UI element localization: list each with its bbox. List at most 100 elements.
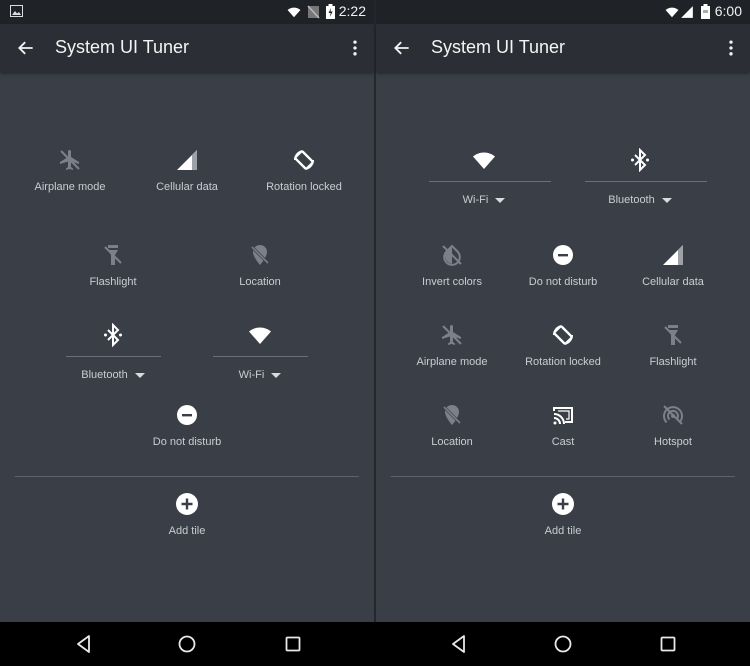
no-sim-icon: [307, 5, 320, 19]
flashlight-off-icon: [661, 323, 685, 347]
tile-label-wrap: Bluetooth: [58, 369, 168, 381]
tile-bluetooth[interactable]: Bluetooth: [58, 323, 168, 381]
nav-recents-icon[interactable]: [283, 634, 303, 654]
flashlight-off-icon: [101, 243, 125, 267]
hotspot-off-icon: [661, 403, 685, 427]
section-divider: [15, 476, 359, 477]
airplane-icon: [440, 323, 464, 347]
status-bar: 2:22: [0, 0, 374, 24]
arrow-back-icon[interactable]: [392, 38, 412, 58]
tile-rotation-locked[interactable]: Rotation locked: [249, 148, 359, 193]
caret-down-icon[interactable]: [271, 372, 282, 378]
section-divider: [391, 476, 735, 477]
rotation-icon: [551, 323, 575, 347]
battery-icon: [701, 4, 710, 19]
add-circle-icon: [175, 492, 199, 516]
clock: 6:00: [714, 3, 742, 19]
tile-label: Bluetooth: [81, 369, 128, 381]
tile-airplane-mode[interactable]: Airplane mode: [15, 148, 125, 193]
location-off-icon: [440, 403, 464, 427]
tile-label: Cellular data: [156, 181, 218, 193]
rotation-icon: [292, 148, 316, 172]
location-off-icon: [248, 243, 272, 267]
nav-recents-icon[interactable]: [658, 634, 678, 654]
navigation-bar: [0, 622, 750, 666]
add-tile-label: Add tile: [544, 525, 582, 537]
tile-label: Flashlight: [649, 356, 697, 368]
cellular-icon: [681, 6, 693, 18]
tile-label: Location: [239, 276, 281, 288]
arrow-back-icon[interactable]: [16, 38, 36, 58]
cast-icon: [551, 403, 575, 427]
caret-down-icon[interactable]: [661, 197, 672, 203]
battery-charging-icon: [326, 4, 335, 19]
clock: 2:22: [338, 3, 366, 19]
tile-label: Wi-Fi: [462, 194, 489, 206]
tile-flashlight[interactable]: Flashlight: [618, 323, 728, 368]
status-bar: 6:00: [376, 0, 750, 24]
page-title: System UI Tuner: [431, 37, 566, 57]
tile-label: Airplane mode: [416, 356, 488, 368]
wifi-icon: [248, 323, 272, 347]
tile-invert-colors[interactable]: Invert colors: [397, 243, 507, 288]
tile-label: Bluetooth: [608, 194, 655, 206]
nav-back-icon[interactable]: [449, 634, 469, 654]
tile-label: Location: [431, 436, 473, 448]
tile-do-not-disturb[interactable]: Do not disturb: [132, 403, 242, 448]
tile-airplane-mode[interactable]: Airplane mode: [397, 323, 507, 368]
nav-home-icon[interactable]: [553, 634, 573, 654]
tile-do-not-disturb[interactable]: Do not disturb: [508, 243, 618, 288]
page-title: System UI Tuner: [55, 37, 190, 57]
caret-down-icon[interactable]: [134, 372, 145, 378]
wifi-icon: [664, 5, 680, 19]
image-icon: [10, 5, 23, 17]
tile-rotation-locked[interactable]: Rotation locked: [508, 323, 618, 368]
tile-bluetooth[interactable]: Bluetooth: [585, 148, 707, 206]
nav-home-icon[interactable]: [177, 634, 197, 654]
tiles-editor: Wi-Fi Bluetooth Invert colors Do not dis…: [376, 72, 750, 622]
wifi-icon: [472, 148, 496, 172]
tiles-editor: Airplane mode Cellular data Rotation loc…: [0, 72, 374, 622]
bluetooth-icon: [101, 323, 125, 347]
tile-label: Rotation locked: [266, 181, 342, 193]
tile-label-wrap: Wi-Fi: [205, 369, 315, 381]
app-bar: System UI Tuner: [0, 24, 374, 72]
tile-divider: [65, 356, 161, 357]
right-screen: 6:00 System UI Tuner Wi-Fi Bluetooth Inv…: [376, 0, 750, 666]
tile-label: Hotspot: [654, 436, 692, 448]
more-vert-icon[interactable]: [726, 38, 736, 58]
tile-wifi[interactable]: Wi-Fi: [429, 148, 551, 206]
tile-cast[interactable]: Cast: [508, 403, 618, 448]
caret-down-icon[interactable]: [495, 197, 506, 203]
tile-label: Do not disturb: [528, 276, 598, 288]
tile-label: Wi-Fi: [238, 369, 265, 381]
tile-label: Airplane mode: [34, 181, 106, 193]
tile-label: Cellular data: [642, 276, 704, 288]
airplane-icon: [58, 148, 82, 172]
tile-label-wrap: Bluetooth: [585, 194, 695, 206]
nav-back-icon[interactable]: [74, 634, 94, 654]
tile-label: Flashlight: [89, 276, 137, 288]
add-tile-button[interactable]: Add tile: [508, 492, 618, 537]
tile-divider: [212, 356, 308, 357]
add-circle-icon: [551, 492, 575, 516]
do-not-disturb-icon: [551, 243, 575, 267]
tile-label-wrap: Wi-Fi: [429, 194, 539, 206]
add-tile-button[interactable]: Add tile: [132, 492, 242, 537]
tile-wifi[interactable]: Wi-Fi: [205, 323, 315, 381]
tile-location[interactable]: Location: [397, 403, 507, 448]
bluetooth-icon: [628, 148, 652, 172]
tile-divider: [585, 181, 707, 182]
tile-label: Cast: [551, 436, 575, 448]
tile-cellular-data[interactable]: Cellular data: [618, 243, 728, 288]
tile-cellular-data[interactable]: Cellular data: [132, 148, 242, 193]
cellular-icon: [661, 243, 685, 267]
tile-hotspot[interactable]: Hotspot: [618, 403, 728, 448]
wifi-icon: [286, 5, 302, 19]
tile-flashlight[interactable]: Flashlight: [58, 243, 168, 288]
more-vert-icon[interactable]: [350, 38, 360, 58]
add-tile-label: Add tile: [168, 525, 206, 537]
tile-location[interactable]: Location: [205, 243, 315, 288]
tile-label: Do not disturb: [152, 436, 222, 448]
invert-colors-off-icon: [440, 243, 464, 267]
